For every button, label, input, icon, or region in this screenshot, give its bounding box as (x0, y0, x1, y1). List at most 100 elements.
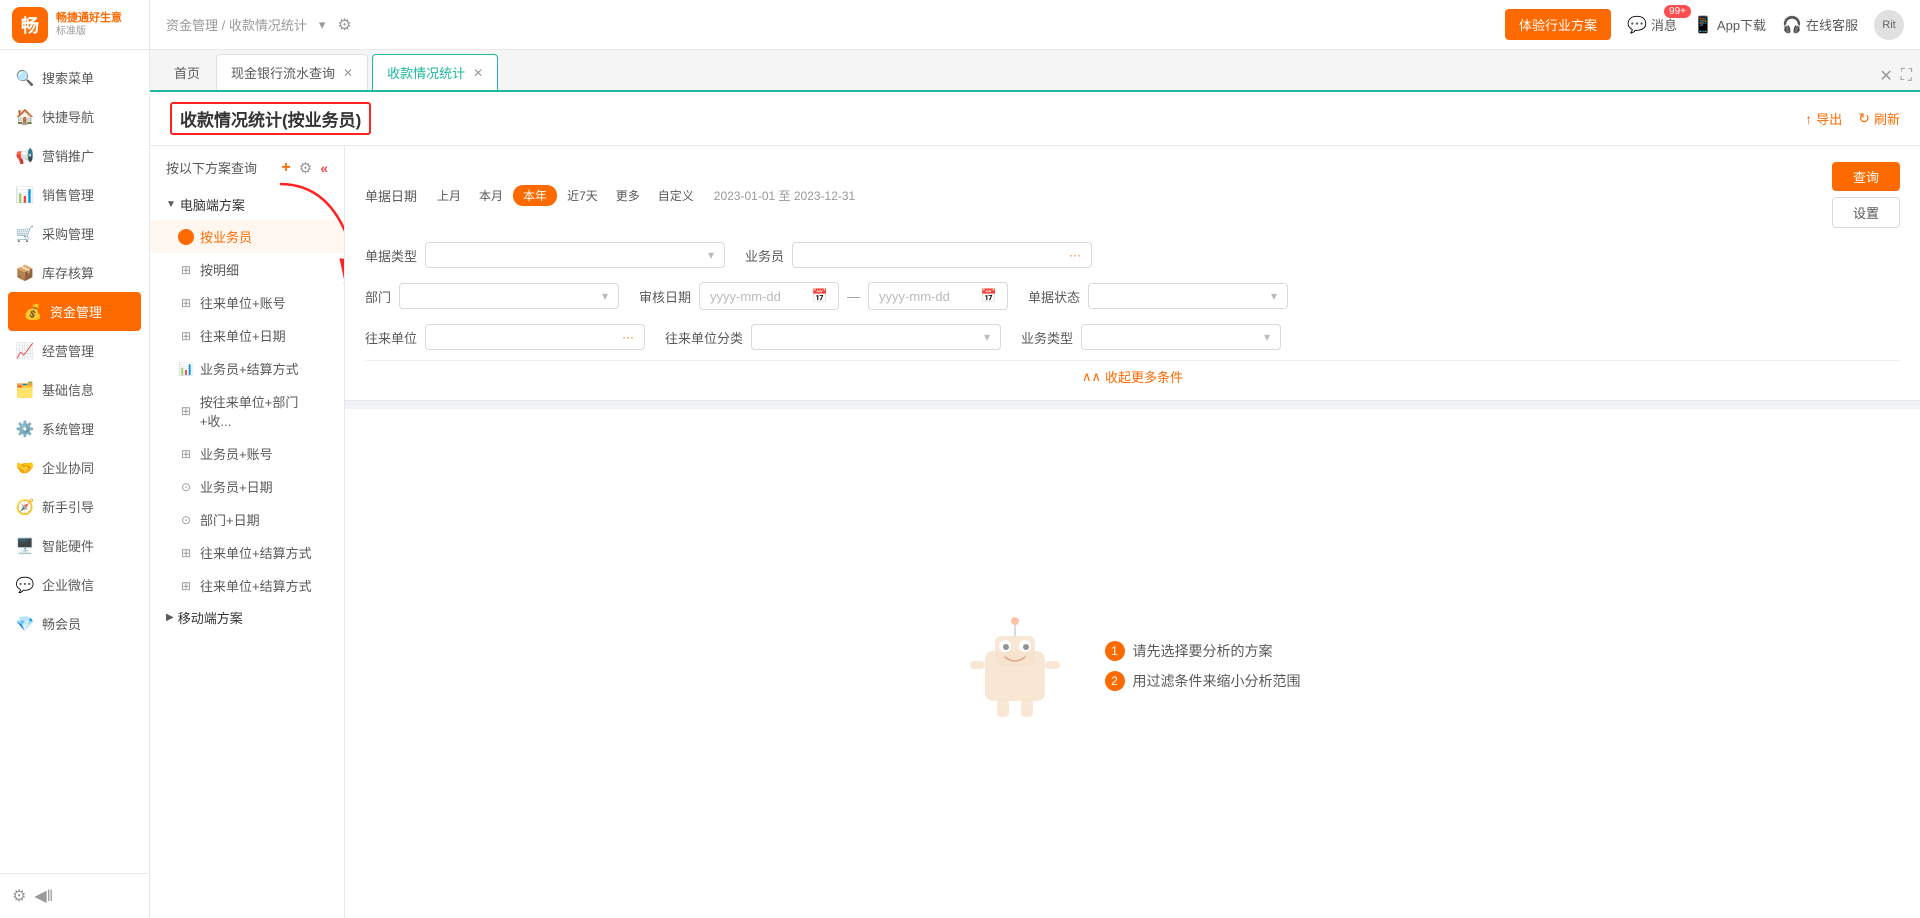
sidebar-item-marketing[interactable]: 📢 营销推广 (0, 136, 149, 175)
sidebar-label-quicknav: 快捷导航 (42, 107, 94, 126)
tab-bank[interactable]: 现金银行流水查询 ✕ (216, 54, 368, 90)
dept-select[interactable]: ▾ (399, 283, 619, 309)
refresh-label: 刷新 (1874, 109, 1900, 128)
scheme-item-dept-date[interactable]: ⊙ 部门+日期 (150, 503, 344, 536)
sidebar-item-sales[interactable]: 📊 销售管理 (0, 175, 149, 214)
sidebar-item-corp[interactable]: 🤝 企业协同 (0, 448, 149, 487)
tip-num-1: 1 (1105, 641, 1125, 661)
trial-button[interactable]: 体验行业方案 (1505, 9, 1611, 40)
sidebar-label-purchase: 采购管理 (42, 224, 94, 243)
tab-bank-close[interactable]: ✕ (343, 66, 353, 80)
marketing-icon: 📢 (16, 147, 34, 165)
settings-button[interactable]: 设置 (1832, 197, 1900, 228)
sidebar-item-inventory[interactable]: 📦 库存核算 (0, 253, 149, 292)
refresh-button[interactable]: ↻ 刷新 (1858, 109, 1900, 128)
scheme-item-partner-settlement2[interactable]: ⊞ 往来单位+结算方式 (150, 569, 344, 602)
search-icon: 🔍 (16, 69, 34, 87)
review-date-from[interactable]: yyyy-mm-dd 📅 (699, 282, 839, 310)
partner-classify-group: 往来单位分类 ▾ (665, 324, 1001, 350)
wechat-icon: 💬 (16, 576, 34, 594)
date-tab-custom[interactable]: 自定义 (650, 185, 702, 206)
query-button[interactable]: 查询 (1832, 162, 1900, 191)
scheme-item-partner-dept[interactable]: ⊞ 按往来单位+部门+收... (150, 385, 344, 437)
scheme-settings-button[interactable]: ⚙ (299, 159, 312, 177)
sidebar-item-purchase[interactable]: 🛒 采购管理 (0, 214, 149, 253)
tab-receipt[interactable]: 收款情况统计 ✕ (372, 54, 498, 90)
scheme-item-by-detail[interactable]: ⊞ 按明细 (150, 253, 344, 286)
topbar-right: 体验行业方案 💬 消息 99+ 📱 App下载 🎧 在线客服 Rit (1505, 9, 1904, 40)
user-avatar[interactable]: Rit (1874, 10, 1904, 40)
scheme-item-salesperson-date[interactable]: ⊙ 业务员+日期 (150, 470, 344, 503)
vip-icon: 💎 (16, 615, 34, 633)
sidebar-item-finance[interactable]: 💰 资金管理 (8, 292, 141, 331)
salesperson-select[interactable]: ··· (792, 242, 1092, 268)
scheme-group-mobile: ▶ 移动端方案 (150, 602, 344, 633)
chevron-down-icon: ▼ (166, 199, 176, 210)
app-logo-text: 畅捷通好生意 标准版 (56, 11, 122, 38)
scheme-group-desktop-title[interactable]: ▼ 电脑端方案 (150, 189, 344, 220)
doc-type-select[interactable]: ▾ (425, 242, 725, 268)
online-service-btn[interactable]: 🎧 在线客服 (1782, 15, 1858, 35)
salesperson-more-icon: ··· (1069, 248, 1081, 262)
scheme-item-salesperson-settlement[interactable]: 📊 业务员+结算方式 (150, 352, 344, 385)
scheme-item-salesperson-account[interactable]: ⊞ 业务员+账号 (150, 437, 344, 470)
scheme-header-actions: + ⚙ « (281, 159, 328, 177)
doc-status-select[interactable]: ▾ (1088, 283, 1288, 309)
salesperson-date-icon: ⊙ (178, 480, 194, 494)
scheme-item-by-salesperson[interactable]: 按业务员 (150, 220, 344, 253)
app-name: 畅捷通好生意 (56, 11, 122, 25)
scheme-group-mobile-title[interactable]: ▶ 移动端方案 (150, 602, 344, 633)
message-label: 消息 (1651, 15, 1677, 34)
date-separator: — (847, 289, 860, 304)
business-type-select[interactable]: ▾ (1081, 324, 1281, 350)
page-header: 收款情况统计(按业务员) ↑ 导出 ↻ 刷新 (150, 92, 1920, 146)
system-icon: ⚙️ (16, 420, 34, 438)
tab-receipt-close[interactable]: ✕ (473, 66, 483, 80)
partner-select[interactable]: ··· (425, 324, 645, 350)
topbar-dropdown-icon[interactable]: ▾ (319, 17, 326, 33)
message-badge[interactable]: 💬 消息 99+ (1627, 15, 1677, 35)
tab-close-all-icon[interactable]: ✕ (1879, 66, 1892, 86)
scheme-add-button[interactable]: + (281, 159, 290, 177)
scheme-header-title: 按以下方案查询 (166, 158, 257, 177)
sidebar-item-vip[interactable]: 💎 畅会员 (0, 604, 149, 643)
sidebar-item-wechat[interactable]: 💬 企业微信 (0, 565, 149, 604)
collapse-sidebar-icon[interactable]: ◀‖ (34, 886, 53, 906)
tab-expand-icon[interactable]: ⛶ (1901, 67, 1912, 85)
scheme-collapse-button[interactable]: « (320, 159, 328, 177)
partner-date-icon: ⊞ (178, 329, 194, 343)
calendar-to-icon: 📅 (981, 288, 997, 304)
topbar-settings-icon[interactable]: ⚙ (337, 15, 351, 35)
business-type-chevron: ▾ (1264, 330, 1270, 344)
sidebar-item-basic[interactable]: 🗂️ 基础信息 (0, 370, 149, 409)
partner-classify-select[interactable]: ▾ (751, 324, 1001, 350)
scheme-item-partner-date[interactable]: ⊞ 往来单位+日期 (150, 319, 344, 352)
sidebar-item-system[interactable]: ⚙️ 系统管理 (0, 409, 149, 448)
partner-classify-chevron: ▾ (984, 330, 990, 344)
sidebar-item-guide[interactable]: 🧭 新手引导 (0, 487, 149, 526)
doc-type-chevron: ▾ (708, 248, 714, 262)
app-logo-icon: 畅 (12, 7, 48, 43)
sidebar-item-quicknav[interactable]: 🏠 快捷导航 (0, 97, 149, 136)
filter-area: 单据日期 上月 本月 本年 近7天 更多 自定义 2023-01-01 至 20… (345, 146, 1920, 401)
date-tab-last7[interactable]: 近7天 (559, 185, 606, 206)
sidebar-item-hardware[interactable]: 🖥️ 智能硬件 (0, 526, 149, 565)
date-tab-last-month[interactable]: 上月 (429, 185, 469, 206)
sidebar-label-business: 经营管理 (42, 341, 94, 360)
date-tab-this-year[interactable]: 本年 (513, 185, 557, 206)
export-button[interactable]: ↑ 导出 (1805, 109, 1842, 128)
review-date-to[interactable]: yyyy-mm-dd 📅 (868, 282, 1008, 310)
filter-results-area: 单据日期 上月 本月 本年 近7天 更多 自定义 2023-01-01 至 20… (345, 146, 1920, 918)
collapse-filter-button[interactable]: ∧∧ 收起更多条件 (1082, 367, 1183, 386)
sidebar-item-business[interactable]: 📈 经营管理 (0, 331, 149, 370)
date-tab-more[interactable]: 更多 (608, 185, 648, 206)
scheme-item-partner-account[interactable]: ⊞ 往来单位+账号 (150, 286, 344, 319)
scheme-item-partner-settlement1[interactable]: ⊞ 往来单位+结算方式 (150, 536, 344, 569)
sidebar-item-search[interactable]: 🔍 搜索菜单 (0, 58, 149, 97)
tab-home[interactable]: 首页 (158, 55, 216, 90)
app-download-btn[interactable]: 📱 App下载 (1693, 15, 1766, 35)
date-tab-this-month[interactable]: 本月 (471, 185, 511, 206)
main-content: 收款情况统计(按业务员) ↑ 导出 ↻ 刷新 按以下方案查询 + ⚙ « (150, 92, 1920, 918)
settings-footer-icon[interactable]: ⚙ (12, 886, 26, 906)
doc-type-label: 单据类型 (365, 246, 417, 265)
